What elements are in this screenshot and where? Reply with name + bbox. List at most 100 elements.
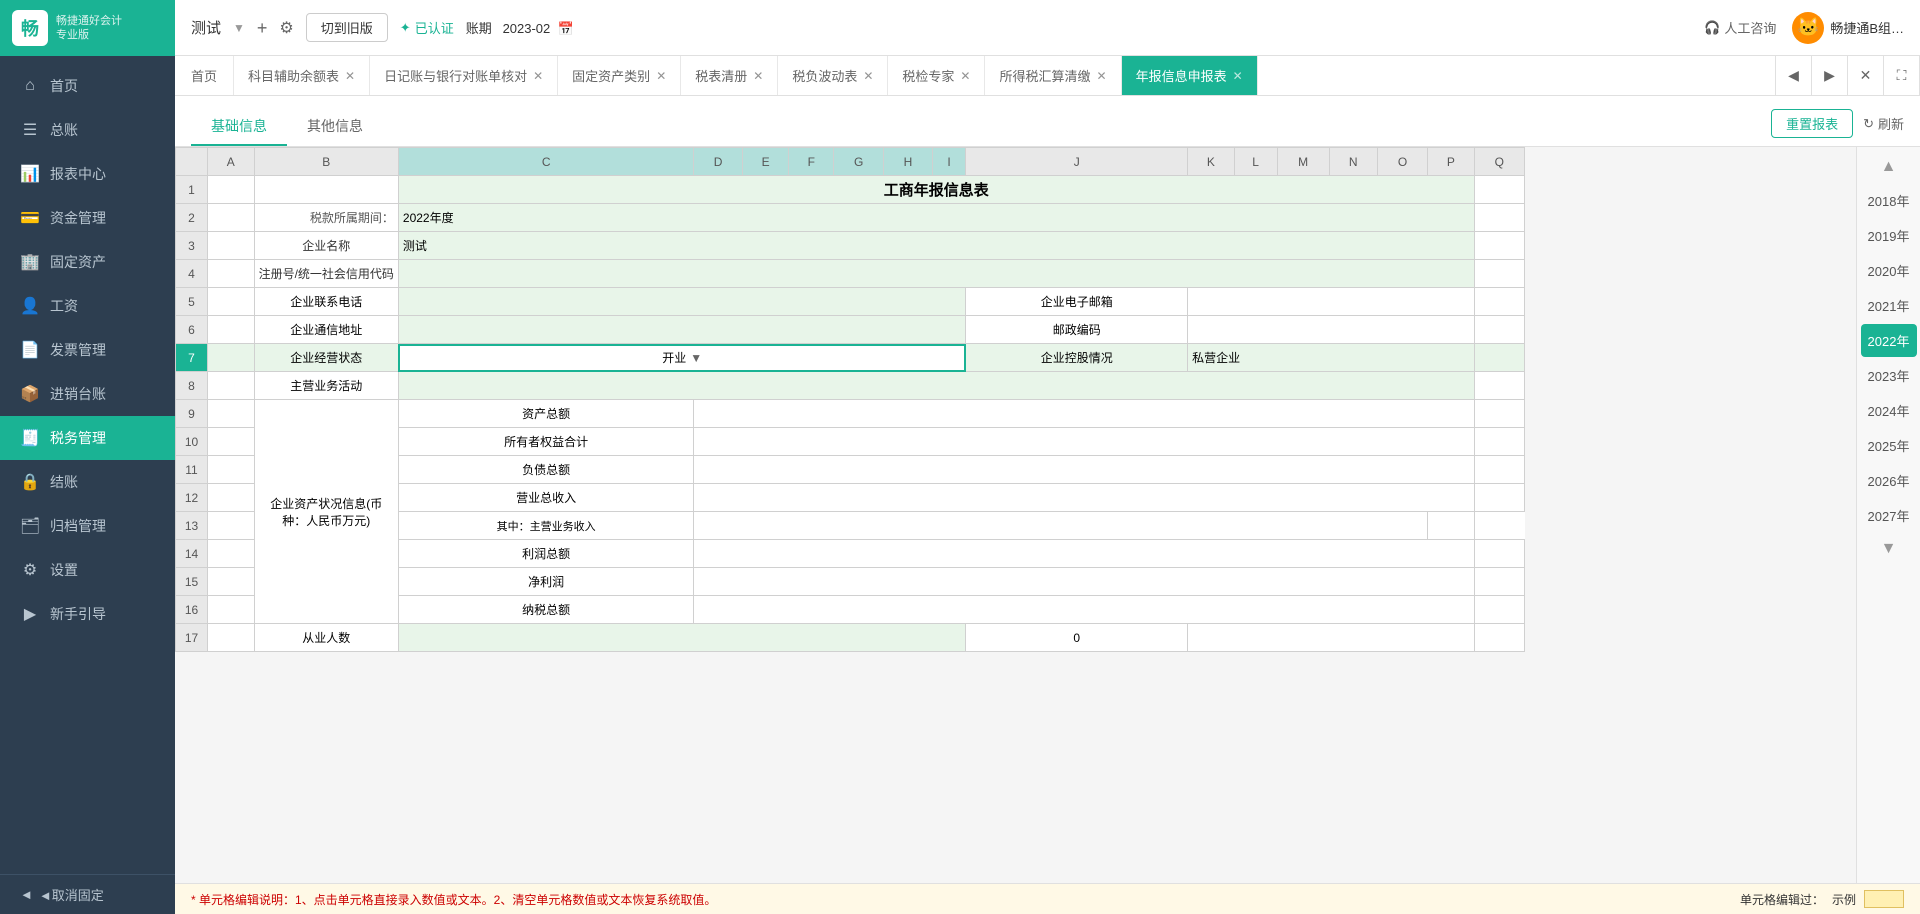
col-header-o[interactable]: O — [1377, 148, 1427, 176]
tab-annual-report[interactable]: 年报信息申报表 ✕ — [1122, 56, 1258, 96]
cell-9d[interactable] — [694, 400, 1474, 428]
subtab-basic[interactable]: 基础信息 — [191, 108, 287, 146]
tab-journal[interactable]: 日记账与银行对账单核对 ✕ — [370, 56, 558, 96]
sidebar-collapse-btn[interactable]: ◄ ◄取消固定 — [0, 874, 175, 914]
col-header-q[interactable]: Q — [1474, 148, 1524, 176]
col-header-p[interactable]: P — [1428, 148, 1475, 176]
cell-3q[interactable] — [1474, 232, 1524, 260]
cell-5q[interactable] — [1474, 288, 1524, 316]
col-header-n[interactable]: N — [1329, 148, 1377, 176]
col-header-i[interactable]: I — [932, 148, 966, 176]
tab-fixed-cat-close[interactable]: ✕ — [656, 69, 666, 83]
cell-4c[interactable] — [398, 260, 1474, 288]
cell-16q[interactable] — [1474, 596, 1524, 624]
cell-17q[interactable] — [1474, 624, 1524, 652]
cell-6c[interactable] — [398, 316, 966, 344]
tab-aux-close[interactable]: ✕ — [345, 69, 355, 83]
cell-1q[interactable] — [1474, 176, 1524, 204]
year-down-btn[interactable]: ▼ — [1865, 535, 1913, 563]
cell-1b[interactable] — [254, 176, 398, 204]
year-item-2025[interactable]: 2025年 — [1861, 429, 1917, 462]
subtab-other[interactable]: 其他信息 — [287, 108, 383, 146]
col-header-l[interactable]: L — [1234, 148, 1277, 176]
year-item-2019[interactable]: 2019年 — [1861, 219, 1917, 252]
sidebar-item-salary[interactable]: 👤 工资 — [0, 284, 175, 328]
switch-btn[interactable]: 切到旧版 — [306, 13, 388, 42]
cell-11q[interactable] — [1474, 456, 1524, 484]
year-item-2021[interactable]: 2021年 — [1861, 289, 1917, 322]
cell-17k[interactable] — [1188, 624, 1475, 652]
cell-8c[interactable] — [398, 372, 1474, 400]
col-header-e[interactable]: E — [742, 148, 789, 176]
cell-9a[interactable] — [208, 400, 255, 428]
sidebar-item-home[interactable]: ⌂ 首页 — [0, 64, 175, 108]
col-header-m[interactable]: M — [1277, 148, 1329, 176]
cell-10d[interactable] — [694, 428, 1474, 456]
cell-16d[interactable] — [694, 596, 1474, 624]
cell-3c[interactable]: 测试 — [398, 232, 1474, 260]
sidebar-item-ledger[interactable]: ☰ 总账 — [0, 108, 175, 152]
year-up-btn[interactable]: ▲ — [1865, 153, 1913, 181]
year-item-2018[interactable]: 2018年 — [1861, 184, 1917, 217]
topbar-gear-icon[interactable]: ⚙ — [279, 18, 293, 38]
cell-12d[interactable] — [694, 484, 1474, 512]
cell-8a[interactable] — [208, 372, 255, 400]
sidebar-item-report[interactable]: 📊 报表中心 — [0, 152, 175, 196]
cell-7q[interactable] — [1474, 344, 1524, 372]
sidebar-item-guide[interactable]: ▶ 新手引导 — [0, 592, 175, 636]
cell-13q[interactable] — [1428, 512, 1475, 540]
cell-7a[interactable] — [208, 344, 255, 372]
sidebar-item-fixed[interactable]: 🏢 固定资产 — [0, 240, 175, 284]
cell-12q[interactable] — [1474, 484, 1524, 512]
cell-10q[interactable] — [1474, 428, 1524, 456]
tab-expand-btn[interactable]: ⛶ — [1884, 56, 1920, 96]
reset-btn[interactable]: 重置报表 — [1771, 109, 1853, 138]
col-header-f[interactable]: F — [789, 148, 834, 176]
year-item-2023[interactable]: 2023年 — [1861, 359, 1917, 392]
col-header-c[interactable]: C — [398, 148, 694, 176]
year-item-2024[interactable]: 2024年 — [1861, 394, 1917, 427]
sidebar-item-settings[interactable]: ⚙ 设置 — [0, 548, 175, 592]
year-item-2027[interactable]: 2027年 — [1861, 499, 1917, 532]
refresh-btn[interactable]: ↻ 刷新 — [1863, 109, 1904, 138]
tab-tax-wave[interactable]: 税负波动表 ✕ — [778, 56, 888, 96]
cell-14a[interactable] — [208, 540, 255, 568]
cell-4a[interactable] — [208, 260, 255, 288]
col-header-a[interactable]: A — [208, 148, 255, 176]
cell-4q[interactable] — [1474, 260, 1524, 288]
tab-fixed-cat[interactable]: 固定资产类别 ✕ — [558, 56, 681, 96]
sidebar-item-invoice[interactable]: 📄 发票管理 — [0, 328, 175, 372]
sidebar-item-close[interactable]: 🔒 结账 — [0, 460, 175, 504]
col-header-g[interactable]: G — [834, 148, 884, 176]
cell-5a[interactable] — [208, 288, 255, 316]
cell-16a[interactable] — [208, 596, 255, 624]
cell-14d[interactable] — [694, 540, 1474, 568]
cell-2c[interactable]: 2022年度 — [398, 204, 1474, 232]
tab-aux[interactable]: 科目辅助余额表 ✕ — [234, 56, 370, 96]
cell-15a[interactable] — [208, 568, 255, 596]
tab-journal-close[interactable]: ✕ — [533, 69, 543, 83]
col-header-j[interactable]: J — [966, 148, 1188, 176]
cell-11d[interactable] — [694, 456, 1474, 484]
cell-7c-dropdown[interactable]: 开业 ▼ — [398, 344, 966, 372]
col-header-d[interactable]: D — [694, 148, 742, 176]
tab-tax-form[interactable]: 税表清册 ✕ — [681, 56, 778, 96]
user-btn[interactable]: 🐱 畅捷通B组… — [1792, 12, 1904, 44]
cell-6q[interactable] — [1474, 316, 1524, 344]
col-header-h[interactable]: H — [884, 148, 932, 176]
col-header-b[interactable]: B — [254, 148, 398, 176]
sidebar-item-purchase[interactable]: 📦 进销台账 — [0, 372, 175, 416]
year-item-2022[interactable]: 2022年 — [1861, 324, 1917, 357]
tab-income-tax[interactable]: 所得税汇算清缴 ✕ — [985, 56, 1121, 96]
consult-btn[interactable]: 🎧 人工咨询 — [1704, 18, 1776, 37]
cell-12a[interactable] — [208, 484, 255, 512]
topbar-add-icon[interactable]: + — [257, 19, 268, 37]
tab-tax-expert[interactable]: 税检专家 ✕ — [888, 56, 985, 96]
cell-17j[interactable]: 0 — [966, 624, 1188, 652]
cell-13a[interactable] — [208, 512, 255, 540]
tab-prev-btn[interactable]: ◀ — [1776, 56, 1812, 96]
tab-annual-report-close[interactable]: ✕ — [1233, 69, 1243, 83]
cell-11a[interactable] — [208, 456, 255, 484]
dropdown-arrow-icon[interactable]: ▼ — [690, 351, 702, 365]
cell-5k[interactable] — [1188, 288, 1475, 316]
